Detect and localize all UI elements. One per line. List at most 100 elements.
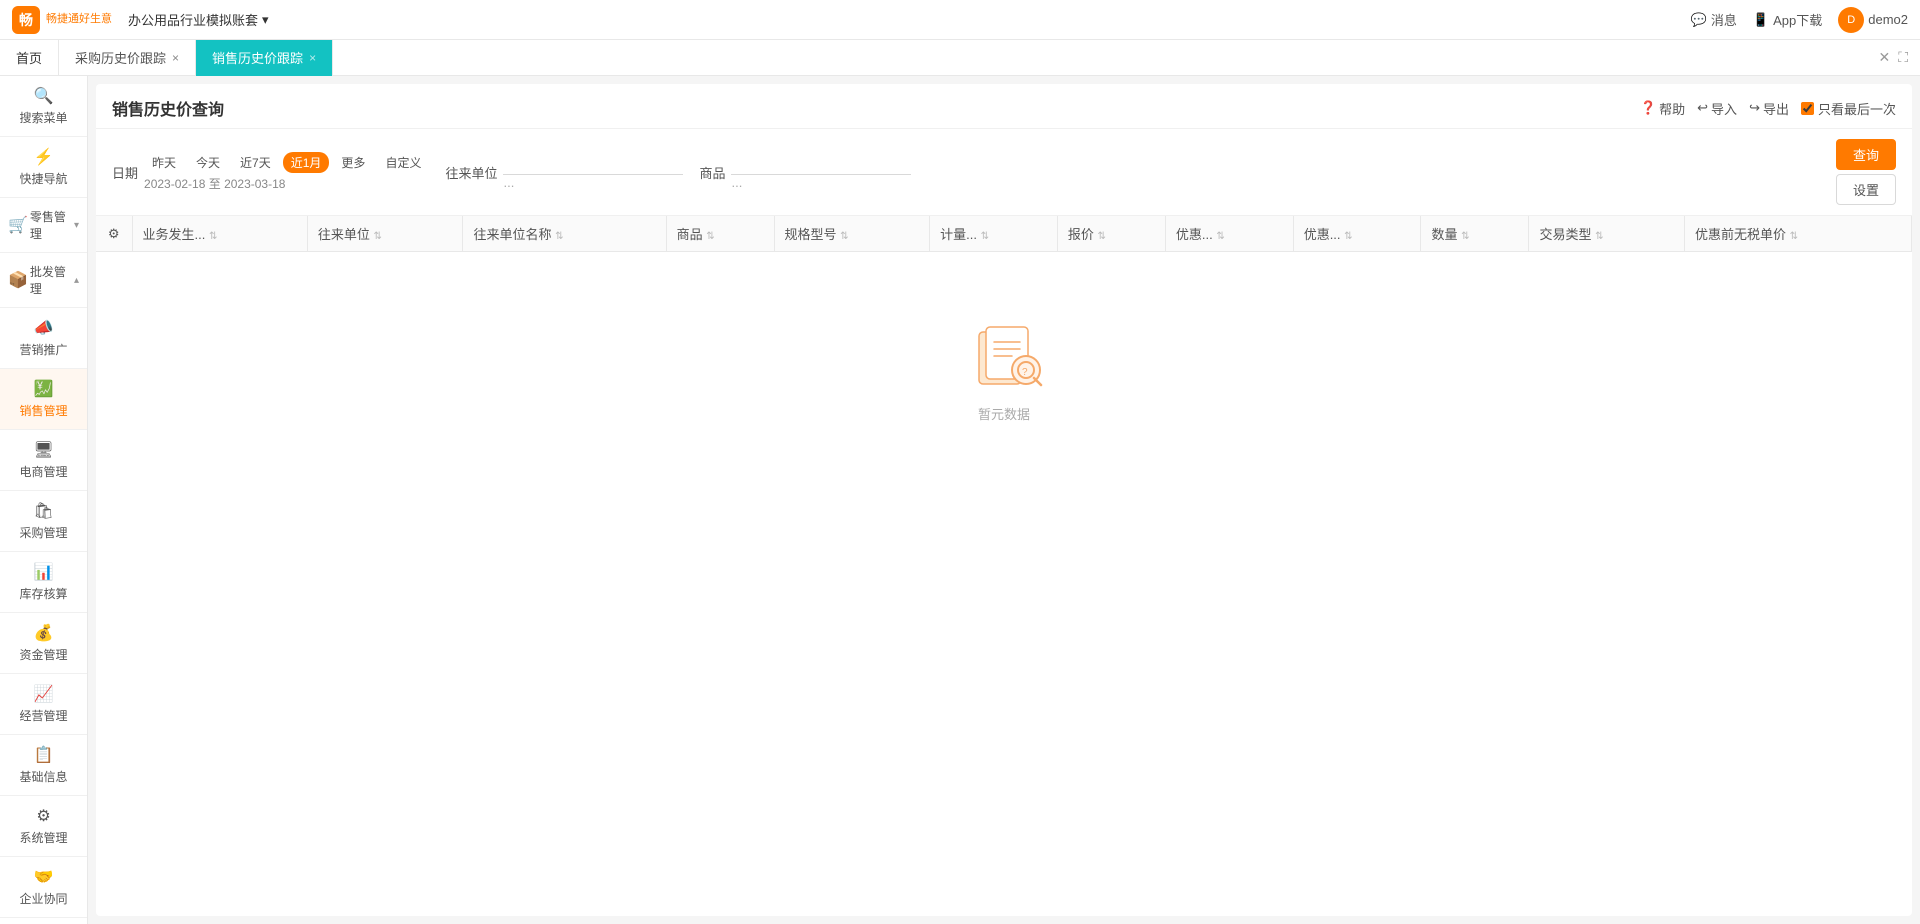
sidebar-item-wholesale[interactable]: 📦 批发管理 ▴ — [0, 253, 87, 308]
help-btn[interactable]: ❓ 帮助 — [1640, 99, 1685, 118]
ecom-icon: 🖥 — [33, 440, 53, 460]
th-trade-type[interactable]: 交易类型 ⇅ — [1529, 216, 1685, 252]
sort-icon: ⇅ — [374, 231, 382, 242]
retail-icon: 🛒 — [8, 215, 28, 235]
th-discount2[interactable]: 优惠... ⇅ — [1293, 216, 1421, 252]
tab-sales-label: 销售历史价跟踪 — [212, 48, 303, 67]
date-btn-yesterday[interactable]: 昨天 — [144, 152, 184, 173]
logo-text: 畅捷通好生意 — [46, 13, 112, 26]
setting-button[interactable]: 设置 — [1836, 174, 1896, 205]
th-biz-date[interactable]: 业务发生... ⇅ — [132, 216, 307, 252]
help-label: 帮助 — [1659, 99, 1685, 118]
sidebar-item-inventory[interactable]: 📊 库存核算 — [0, 552, 87, 613]
tabbar: 首页 采购历史价跟踪 × 销售历史价跟踪 × ✕ ⛶ — [0, 40, 1920, 76]
date-buttons: 昨天 今天 近7天 近1月 更多 自定义 — [144, 152, 429, 173]
sidebar-item-search[interactable]: 🔍 搜索菜单 — [0, 76, 87, 137]
date-btn-1month[interactable]: 近1月 — [283, 152, 330, 173]
app-icon: 📱 — [1753, 12, 1769, 28]
sidebar-item-retail[interactable]: 🛒 零售管理 ▾ — [0, 198, 87, 253]
sort-icon: ⇅ — [209, 231, 217, 242]
date-btn-custom[interactable]: 自定义 — [377, 152, 429, 173]
query-button[interactable]: 查询 — [1836, 139, 1896, 170]
inventory-icon: 📊 — [34, 562, 54, 582]
th-qty[interactable]: 数量 ⇅ — [1421, 216, 1529, 252]
message-btn[interactable]: 💬 消息 — [1691, 10, 1737, 29]
tab-home[interactable]: 首页 — [0, 40, 59, 76]
sort-icon: ⇅ — [1595, 231, 1603, 242]
sidebar-item-purchase[interactable]: 🛍 采购管理 — [0, 491, 87, 552]
import-btn[interactable]: ↩ 导入 — [1697, 99, 1737, 118]
goods-dots[interactable]: ... — [731, 175, 911, 190]
svg-text:?: ? — [1022, 367, 1028, 378]
corp-icon: 🤝 — [34, 867, 54, 887]
no-data-svg: ? — [964, 312, 1054, 402]
company-selector[interactable]: 办公用品行业模拟账套 ▾ — [120, 6, 277, 33]
maximize-btn[interactable]: ⛶ — [1898, 49, 1908, 66]
sidebar-item-marketing[interactable]: 📣 营销推广 — [0, 308, 87, 369]
goods-input[interactable] — [731, 155, 911, 175]
th-discount1[interactable]: 优惠... ⇅ — [1165, 216, 1293, 252]
sidebar-item-ops[interactable]: 📈 经营管理 — [0, 674, 87, 735]
empty-text: 暂元数据 — [978, 404, 1030, 423]
tab-purchase-close[interactable]: × — [172, 51, 179, 65]
sidebar-ecom-label: 电商管理 — [19, 463, 67, 480]
export-btn[interactable]: ↪ 导出 — [1749, 99, 1789, 118]
tab-purchase[interactable]: 采购历史价跟踪 × — [59, 40, 196, 76]
app-download-btn[interactable]: 📱 App下载 — [1753, 10, 1822, 29]
sidebar: 🔍 搜索菜单 ⚡ 快捷导航 🛒 零售管理 ▾ 📦 批发管理 ▴ 📣 营销推广 💹… — [0, 76, 88, 924]
tab-sales[interactable]: 销售历史价跟踪 × — [196, 40, 333, 76]
show-last-checkbox-area[interactable]: 只看最后一次 — [1801, 99, 1896, 118]
filter-actions: 查询 设置 — [1836, 139, 1896, 205]
th-spec[interactable]: 规格型号 ⇅ — [774, 216, 930, 252]
tab-purchase-label: 采购历史价跟踪 — [75, 48, 166, 67]
sidebar-base-label: 基础信息 — [19, 768, 67, 785]
logo-area: 畅 畅捷通好生意 — [12, 6, 112, 34]
th-notax-price[interactable]: 优惠前无税单价 ⇅ — [1685, 216, 1912, 252]
sidebar-purchase-label: 采购管理 — [19, 524, 67, 541]
sort-icon: ⇅ — [1461, 231, 1469, 242]
table-container: ⚙ 业务发生... ⇅ 往来单位 ⇅ 往来单位名称 ⇅ 商品 ⇅ 规格型号 ⇅ … — [96, 216, 1912, 916]
sidebar-corp-label: 企业协同 — [19, 890, 67, 907]
page-header-actions: ❓ 帮助 ↩ 导入 ↪ 导出 只看最后一次 — [1640, 99, 1896, 118]
partner-input-area: ... — [503, 155, 683, 190]
sort-icon: ⇅ — [1790, 231, 1798, 242]
th-goods[interactable]: 商品 ⇅ — [666, 216, 774, 252]
sidebar-item-base[interactable]: 📋 基础信息 — [0, 735, 87, 796]
close-all-btn[interactable]: ✕ — [1878, 49, 1890, 66]
user-area[interactable]: D demo2 — [1838, 7, 1908, 33]
export-icon: ↪ — [1749, 100, 1760, 116]
sidebar-item-shortcut[interactable]: ⚡ 快捷导航 — [0, 137, 87, 198]
sidebar-item-ecom[interactable]: 🖥 电商管理 — [0, 430, 87, 491]
th-unit[interactable]: 计量... ⇅ — [930, 216, 1058, 252]
sidebar-sales-label: 销售管理 — [19, 402, 67, 419]
date-btn-7days[interactable]: 近7天 — [232, 152, 279, 173]
th-partner-id[interactable]: 往来单位 ⇅ — [307, 216, 463, 252]
sidebar-item-corp[interactable]: 🤝 企业协同 — [0, 857, 87, 918]
table-header-row: ⚙ 业务发生... ⇅ 往来单位 ⇅ 往来单位名称 ⇅ 商品 ⇅ 规格型号 ⇅ … — [96, 216, 1912, 252]
partner-dots[interactable]: ... — [503, 175, 683, 190]
date-btn-more[interactable]: 更多 — [333, 152, 373, 173]
sidebar-item-sales[interactable]: 💹 销售管理 — [0, 369, 87, 430]
data-table: ⚙ 业务发生... ⇅ 往来单位 ⇅ 往来单位名称 ⇅ 商品 ⇅ 规格型号 ⇅ … — [96, 216, 1912, 252]
tab-sales-close[interactable]: × — [309, 51, 316, 65]
tab-home-label: 首页 — [16, 48, 42, 67]
th-partner-name[interactable]: 往来单位名称 ⇅ — [463, 216, 666, 252]
sidebar-shortcut-label: 快捷导航 — [19, 170, 67, 187]
sidebar-item-finance[interactable]: 💰 资金管理 — [0, 613, 87, 674]
sidebar-retail-label: 零售管理 — [30, 208, 72, 242]
show-last-checkbox[interactable] — [1801, 102, 1814, 115]
company-name: 办公用品行业模拟账套 — [128, 10, 258, 29]
th-price[interactable]: 报价 ⇅ — [1057, 216, 1165, 252]
sidebar-item-guide[interactable]: 🎯 新手引导 — [0, 918, 87, 924]
sidebar-finance-label: 资金管理 — [19, 646, 67, 663]
dropdown-arrow-icon: ▾ — [262, 12, 269, 28]
partner-input[interactable] — [503, 155, 683, 175]
page-header: 销售历史价查询 ❓ 帮助 ↩ 导入 ↪ 导出 只看最后一次 — [96, 84, 1912, 129]
filter-row: 日期 昨天 今天 近7天 近1月 更多 自定义 2023-02-18 至 202… — [96, 129, 1912, 216]
sidebar-item-system[interactable]: ⚙ 系统管理 — [0, 796, 87, 857]
main-layout: 🔍 搜索菜单 ⚡ 快捷导航 🛒 零售管理 ▾ 📦 批发管理 ▴ 📣 营销推广 💹… — [0, 76, 1920, 924]
th-gear[interactable]: ⚙ — [96, 216, 132, 252]
sidebar-marketing-label: 营销推广 — [19, 341, 67, 358]
logo-icon: 畅 — [12, 6, 40, 34]
date-btn-today[interactable]: 今天 — [188, 152, 228, 173]
